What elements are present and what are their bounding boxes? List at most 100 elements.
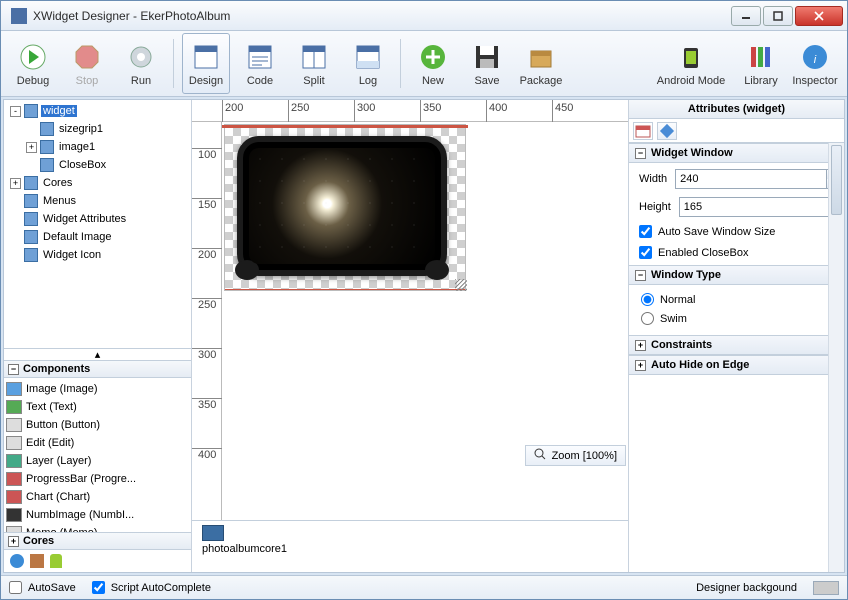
group-widget-window[interactable]: −Widget Window <box>629 143 844 163</box>
tree-item[interactable]: -widget <box>6 102 189 120</box>
background-color-swatch[interactable] <box>813 581 839 595</box>
tree-item[interactable]: +Cores <box>6 174 189 192</box>
component-item[interactable]: Layer (Layer) <box>6 452 189 470</box>
main-toolbar: Debug Stop Run Design Code Split Log New… <box>1 31 847 97</box>
cores-header[interactable]: +Cores <box>4 532 191 550</box>
component-item[interactable]: Text (Text) <box>6 398 189 416</box>
components-header[interactable]: −Components <box>4 360 191 378</box>
gear-icon <box>125 41 157 73</box>
component-item[interactable]: ProgressBar (Progre... <box>6 470 189 488</box>
components-list[interactable]: Image (Image)Text (Text)Button (Button)E… <box>4 378 191 532</box>
design-icon <box>190 41 222 73</box>
status-bar: AutoSave Script AutoComplete Designer ba… <box>1 575 847 599</box>
content-area: -widgetsizegrip1+image1CloseBox+CoresMen… <box>3 99 845 573</box>
split-button[interactable]: Split <box>290 33 338 94</box>
autosave-window-checkbox[interactable]: Auto Save Window Size <box>639 225 834 238</box>
tree-item[interactable]: Default Image <box>6 228 189 246</box>
maximize-button[interactable] <box>763 6 793 26</box>
play-icon <box>17 41 49 73</box>
log-button[interactable]: Log <box>344 33 392 94</box>
core-icon[interactable] <box>50 554 62 568</box>
tree-item[interactable]: Menus <box>6 192 189 210</box>
window-title: XWidget Designer - EkerPhotoAlbum <box>33 9 731 23</box>
attributes-panel: Attributes (widget) −Widget Window Width… <box>628 100 844 572</box>
resize-handle[interactable] <box>455 279 467 291</box>
tree-item[interactable]: sizegrip1 <box>6 120 189 138</box>
prop-height: Height ▲▼ <box>639 197 834 217</box>
horizontal-ruler: 200250300350400450 <box>192 100 628 122</box>
code-icon <box>244 41 276 73</box>
height-input[interactable]: ▲▼ <box>679 197 844 217</box>
save-icon <box>471 41 503 73</box>
library-icon <box>745 41 777 73</box>
collapse-handle[interactable]: ▴ <box>4 348 191 360</box>
component-item[interactable]: Edit (Edit) <box>6 434 189 452</box>
component-item[interactable]: Button (Button) <box>6 416 189 434</box>
component-item[interactable]: NumbImage (NumbI... <box>6 506 189 524</box>
save-button[interactable]: Save <box>463 33 511 94</box>
width-input[interactable]: ▲▼ <box>675 169 843 189</box>
zoom-indicator[interactable]: Zoom [100%] <box>525 445 626 466</box>
core-icon[interactable] <box>30 554 44 568</box>
attributes-tab-2[interactable] <box>657 122 677 140</box>
windowtype-normal-radio[interactable]: Normal <box>641 293 834 306</box>
tree-item[interactable]: CloseBox <box>6 156 189 174</box>
enable-closebox-checkbox[interactable]: Enabled CloseBox <box>639 246 834 259</box>
debug-button[interactable]: Debug <box>9 33 57 94</box>
canvas-area: 200250300350400450 501001502002503003504… <box>192 100 628 572</box>
new-button[interactable]: New <box>409 33 457 94</box>
tree-item[interactable]: +image1 <box>6 138 189 156</box>
split-icon <box>298 41 330 73</box>
image-preview[interactable] <box>237 136 447 276</box>
design-stage[interactable]: Zoom [100%] <box>222 122 628 520</box>
tree-item[interactable]: Widget Icon <box>6 246 189 264</box>
widget-tree[interactable]: -widgetsizegrip1+image1CloseBox+CoresMen… <box>4 100 191 348</box>
app-window: XWidget Designer - EkerPhotoAlbum Debug … <box>0 0 848 600</box>
library-button[interactable]: Library <box>737 33 785 94</box>
core-icon[interactable] <box>10 554 24 568</box>
widget-bounds[interactable] <box>225 125 465 290</box>
designer-background-label: Designer backgound <box>696 582 797 594</box>
inspector-button[interactable]: iInspector <box>791 33 839 94</box>
group-autohide[interactable]: +Auto Hide on Edge <box>629 355 844 375</box>
width-label: Width <box>639 173 667 185</box>
stop-icon <box>71 41 103 73</box>
plus-icon <box>417 41 449 73</box>
cores-thumbnails: photoalbumcore1 <box>192 520 628 572</box>
close-button[interactable] <box>795 6 843 26</box>
group-window-type[interactable]: −Window Type <box>629 265 844 285</box>
component-item[interactable]: Image (Image) <box>6 380 189 398</box>
minimize-button[interactable] <box>731 6 761 26</box>
code-button[interactable]: Code <box>236 33 284 94</box>
script-autocomplete-checkbox[interactable]: Script AutoComplete <box>92 581 211 594</box>
design-button[interactable]: Design <box>182 33 230 94</box>
windowtype-swim-radio[interactable]: Swim <box>641 312 834 325</box>
core-thumbnail[interactable] <box>202 525 224 541</box>
attributes-scrollbar[interactable] <box>828 143 844 572</box>
autosave-checkbox[interactable]: AutoSave <box>9 581 76 594</box>
android-mode-button[interactable]: Android Mode <box>651 33 731 94</box>
info-icon: i <box>799 41 831 73</box>
search-icon <box>534 448 546 463</box>
vertical-ruler: 50100150200250300350400 <box>192 122 222 520</box>
package-icon <box>525 41 557 73</box>
stop-button[interactable]: Stop <box>63 33 111 94</box>
attributes-title: Attributes (widget) <box>629 100 844 119</box>
titlebar: XWidget Designer - EkerPhotoAlbum <box>1 1 847 31</box>
run-button[interactable]: Run <box>117 33 165 94</box>
log-icon <box>352 41 384 73</box>
group-constraints[interactable]: +Constraints <box>629 335 844 355</box>
prop-width: Width ▲▼ <box>639 169 834 189</box>
zoom-label: Zoom [100%] <box>552 450 617 462</box>
package-button[interactable]: Package <box>517 33 565 94</box>
left-panel: -widgetsizegrip1+image1CloseBox+CoresMen… <box>4 100 192 572</box>
attributes-tabs <box>629 119 844 143</box>
attributes-tab-1[interactable] <box>633 122 653 140</box>
component-item[interactable]: Memo (Memo) <box>6 524 189 532</box>
cores-body <box>4 550 191 572</box>
android-icon <box>675 41 707 73</box>
tree-item[interactable]: Widget Attributes <box>6 210 189 228</box>
attributes-body: −Widget Window Width ▲▼ Height ▲▼ Auto S… <box>629 143 844 572</box>
component-item[interactable]: Chart (Chart) <box>6 488 189 506</box>
app-icon <box>11 8 27 24</box>
